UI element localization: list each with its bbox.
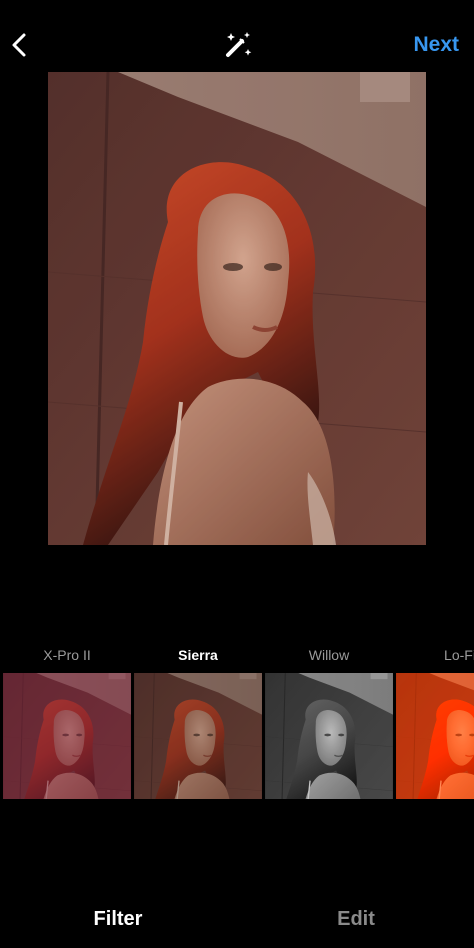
filter-item-lo-fi[interactable]: Lo-Fi — [396, 640, 474, 802]
filter-label: Sierra — [178, 647, 218, 663]
filter-thumbnail[interactable] — [265, 673, 393, 799]
filter-item-willow[interactable]: Willow — [265, 640, 393, 802]
photo-preview — [48, 72, 426, 545]
thumbnail-image — [396, 673, 474, 799]
magic-wand-button[interactable] — [220, 28, 256, 62]
bottom-tab-bar: Filter Edit — [0, 888, 474, 948]
next-button[interactable]: Next — [413, 31, 459, 59]
magic-wand-sparkle-icon — [226, 32, 252, 57]
filter-item-sierra[interactable]: Sierra — [134, 640, 262, 802]
thumbnail-image — [134, 673, 262, 799]
filter-thumbnail[interactable] — [396, 673, 474, 799]
filter-label: Willow — [308, 647, 350, 663]
back-button[interactable] — [6, 28, 34, 62]
portrait-image — [48, 72, 426, 545]
thumbnail-image — [265, 673, 393, 799]
filter-label: Lo-Fi — [444, 647, 474, 663]
tab-edit[interactable]: Edit — [291, 906, 421, 932]
thumbnail-image — [3, 673, 131, 799]
filter-strip[interactable]: X-Pro II Sierra Willow Lo-Fi — [0, 640, 474, 810]
filter-thumbnail[interactable] — [3, 673, 131, 799]
filter-thumbnail[interactable] — [134, 673, 262, 799]
tab-filter[interactable]: Filter — [53, 906, 183, 932]
chevron-left-icon — [12, 33, 26, 57]
filter-item-x-pro-ii[interactable]: X-Pro II — [3, 640, 131, 802]
filter-label: X-Pro II — [43, 647, 91, 663]
